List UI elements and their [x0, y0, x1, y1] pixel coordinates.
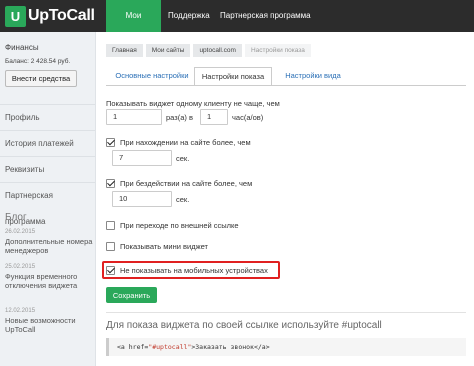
sidebar-item-profile[interactable]: Профиль [0, 104, 95, 130]
custom-link-hint: Для показа виджета по своей ссылке испол… [106, 320, 382, 331]
sidebar-item-partner-program[interactable]: Партнерская программа [0, 182, 95, 226]
code-part-open: <a href= [117, 343, 149, 351]
logo[interactable]: U UpToCall [0, 0, 100, 32]
external-link-option[interactable]: При переходе по внешней ссылке [106, 220, 239, 230]
tab-basic-settings[interactable]: Основные настройки [110, 67, 194, 85]
frequency-times-unit: раз(а) в [166, 113, 193, 122]
frequency-label: Показывать виджет одному клиенту не чаще… [106, 99, 280, 108]
on-site-seconds-input[interactable]: 7 [112, 150, 172, 166]
external-link-label: При переходе по внешней ссылке [120, 220, 239, 230]
tab-display-settings[interactable]: Настройки показа [194, 67, 272, 85]
breadcrumb-site[interactable]: uptocall.com [193, 44, 242, 57]
idle-checkbox[interactable] [106, 178, 115, 188]
mini-widget-label: Показывать мини виджет [120, 241, 208, 251]
save-button[interactable]: Сохранить [106, 287, 157, 303]
on-site-option[interactable]: При нахождении на сайте более, чем [106, 137, 251, 147]
deposit-button[interactable]: Внести средства [5, 70, 77, 87]
sidebar-item-payment-history[interactable]: История платежей [0, 130, 95, 156]
blog-post-link[interactable]: Новые возможности UpToCall [5, 316, 93, 334]
code-snippet[interactable]: <a href="#uptocall">Заказать звонок</a> [106, 338, 466, 356]
on-site-checkbox[interactable] [106, 137, 115, 147]
logo-text: UpToCall [28, 7, 95, 24]
breadcrumb-home[interactable]: Главная [106, 44, 143, 57]
blog-date: 12.02.2015 [5, 308, 36, 314]
code-part-close: >Заказать звонок</a> [191, 343, 270, 351]
frequency-hours-unit: час(а/ов) [232, 113, 264, 122]
no-mobile-label: Не показывать на мобильных устройствах [120, 265, 268, 275]
no-mobile-checkbox[interactable] [106, 265, 115, 275]
blog-post-link[interactable]: Дополнительные номера менеджеров [5, 237, 93, 255]
breadcrumb: Главная Мои сайты uptocall.com Настройки… [106, 44, 314, 57]
blog-date: 26.02.2015 [5, 229, 36, 235]
sidebar: Финансы Баланс: 2 428.54 руб. Внести сре… [0, 32, 96, 366]
tab-divider [106, 85, 466, 86]
no-mobile-option[interactable]: Не показывать на мобильных устройствах [106, 265, 268, 275]
mini-widget-option[interactable]: Показывать мини виджет [106, 241, 208, 251]
blog-heading: Блог [5, 212, 27, 223]
on-site-label: При нахождении на сайте более, чем [120, 137, 251, 147]
external-link-checkbox[interactable] [106, 220, 115, 230]
frequency-hours-input[interactable]: 1 [200, 109, 228, 125]
nav-partner-program[interactable]: Партнерская программа [212, 0, 319, 32]
breadcrumb-current: Настройки показа [244, 44, 311, 57]
on-site-unit: сек. [176, 154, 190, 163]
nav-my-sites[interactable]: Мои сайты [106, 0, 161, 52]
top-navigation-bar: U UpToCall Мои сайты Поддержка Партнерск… [0, 0, 474, 52]
tab-view-settings[interactable]: Настройки вида [276, 67, 350, 85]
blog-post-link[interactable]: Функция временного отключения виджета [5, 272, 93, 290]
section-divider [106, 312, 466, 313]
code-href-string: "#uptocall" [148, 343, 192, 351]
frequency-times-input[interactable]: 1 [106, 109, 162, 125]
idle-label: При бездействии на сайте более, чем [120, 178, 253, 188]
logo-mark: U [5, 5, 26, 27]
idle-seconds-input[interactable]: 10 [112, 191, 172, 207]
sidebar-item-requisites[interactable]: Реквизиты [0, 156, 95, 182]
finance-heading: Финансы [5, 43, 39, 52]
mini-widget-checkbox[interactable] [106, 241, 115, 251]
balance-text: Баланс: 2 428.54 руб. [5, 58, 71, 65]
blog-date: 25.02.2015 [5, 264, 36, 270]
idle-option[interactable]: При бездействии на сайте более, чем [106, 178, 252, 188]
idle-unit: сек. [176, 195, 190, 204]
breadcrumb-my-sites[interactable]: Мои сайты [145, 44, 191, 57]
nav-support[interactable]: Поддержка [160, 0, 218, 32]
